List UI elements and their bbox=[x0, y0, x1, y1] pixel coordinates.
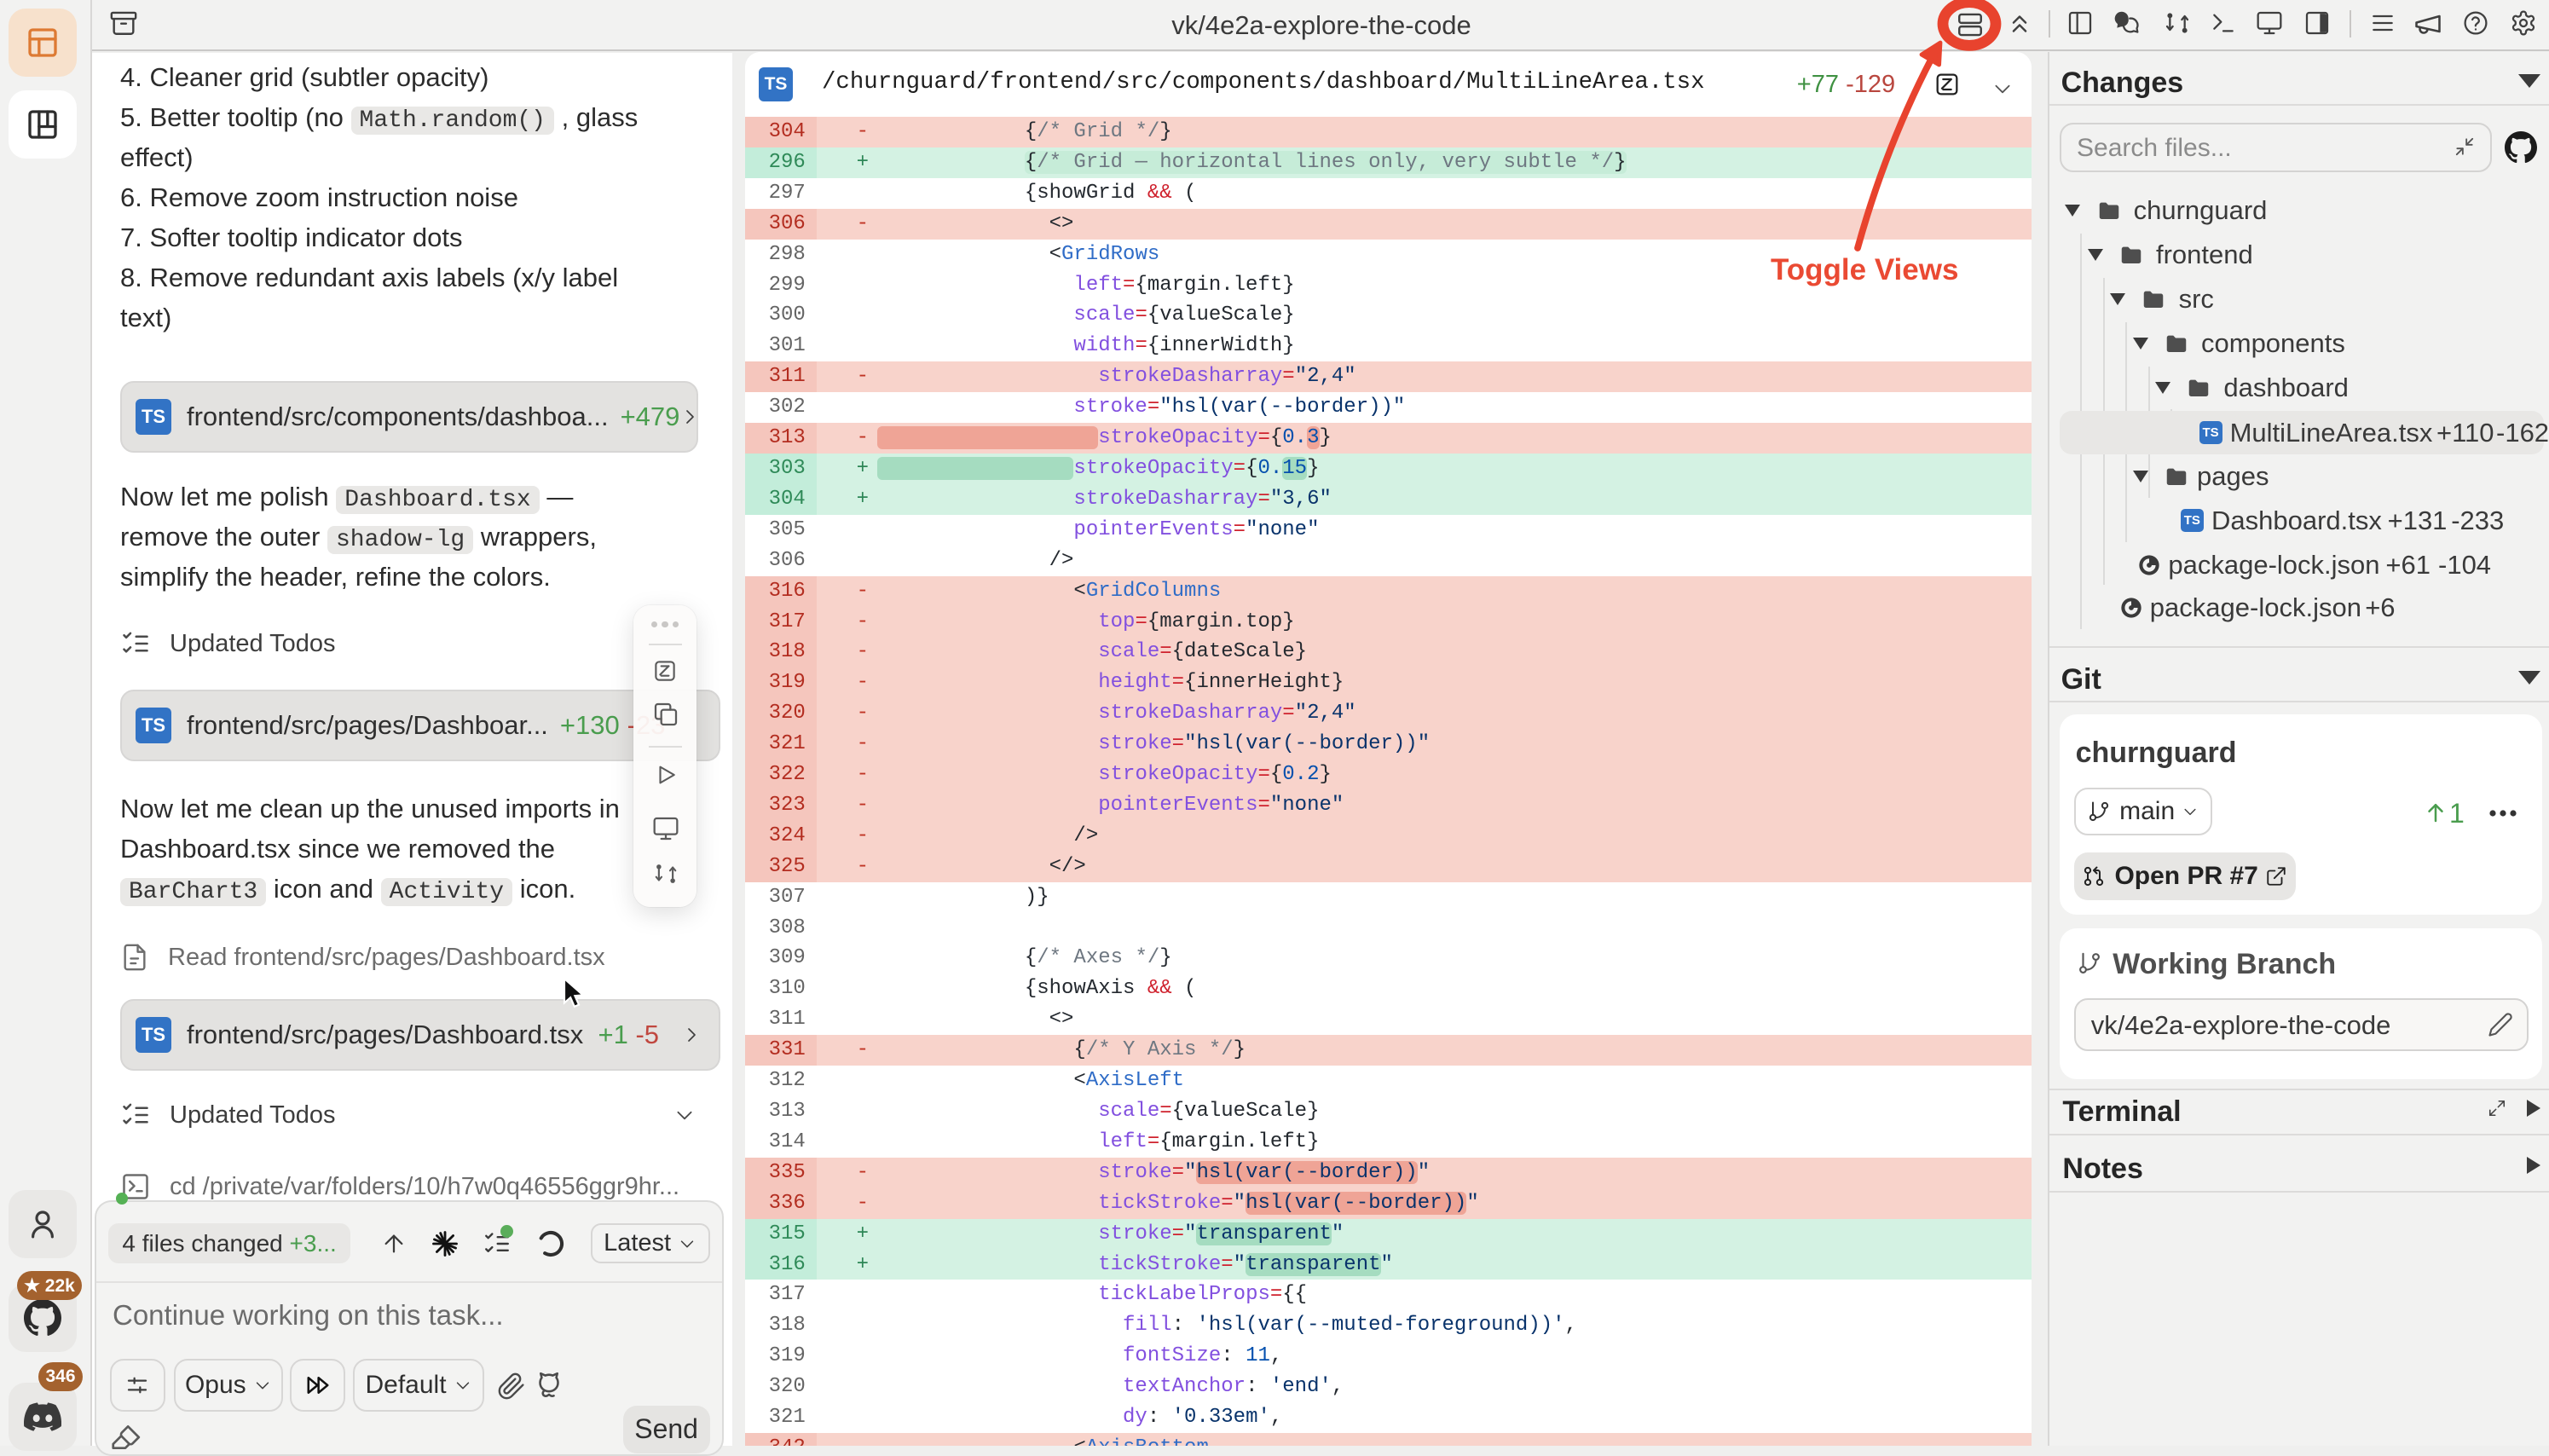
svg-text:Toggle Views: Toggle Views bbox=[1771, 253, 1958, 286]
